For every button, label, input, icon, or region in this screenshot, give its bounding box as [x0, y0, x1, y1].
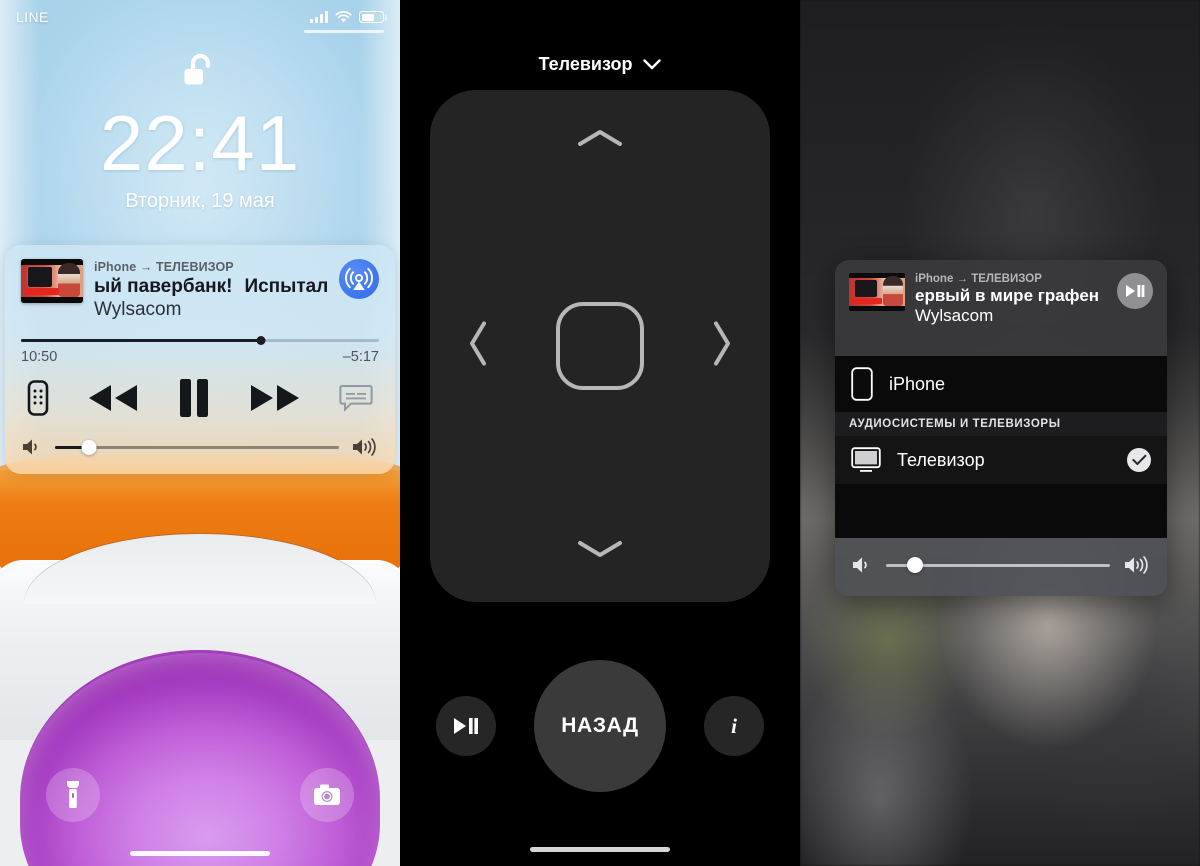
chevron-down-icon [643, 59, 662, 70]
airplay-audio-icon[interactable] [339, 259, 379, 299]
chevron-up-icon [578, 130, 622, 146]
selected-checkmark-icon [1127, 448, 1151, 472]
playback-progress-slider[interactable] [21, 336, 379, 345]
volume-high-icon [1125, 556, 1148, 574]
album-art-thumbnail [21, 259, 83, 303]
remote-info-button[interactable]: i [704, 696, 764, 756]
battery-icon [359, 11, 387, 23]
camera-button[interactable] [300, 768, 354, 822]
chevron-right-icon [714, 321, 730, 366]
remote-touchpad[interactable] [430, 90, 770, 602]
airplay-list-spacer [835, 484, 1167, 538]
volume-knob[interactable] [81, 440, 97, 455]
tv-icon [851, 447, 881, 472]
airplay-device-tv[interactable]: Телевизор [835, 436, 1167, 484]
home-indicator [530, 847, 670, 852]
chevron-down-icon [578, 541, 622, 557]
volume-low-icon [23, 439, 37, 455]
status-bar-right [310, 10, 387, 24]
volume-base [55, 446, 339, 449]
track-title: ервый в мире графен [915, 286, 1100, 305]
airplay-card: iPhone → ТЕЛЕВИЗОР ервый в мире графен W… [835, 260, 1167, 596]
volume-low-icon [853, 557, 867, 573]
airplay-section-header: АУДИОСИСТЕМЫ И ТЕЛЕВИЗОРЫ [835, 412, 1167, 436]
remote-device-selector[interactable]: Телевизор [400, 54, 800, 75]
camera-icon [314, 784, 340, 805]
track-title: ый павербанк! Испытали [94, 276, 328, 298]
volume-slider[interactable] [21, 436, 379, 458]
volume-high-icon [353, 438, 376, 456]
track-artist: Wylsacom [94, 299, 182, 320]
pause-icon[interactable] [177, 378, 211, 418]
flashlight-button[interactable] [46, 768, 100, 822]
wifi-icon [335, 10, 352, 22]
playback-times: 10:50 –5:17 [21, 349, 379, 365]
unlocked-padlock-icon [180, 50, 220, 99]
home-indicator [130, 851, 270, 856]
dpad-left-button[interactable] [468, 321, 488, 372]
panel-airplay-picker: iPhone → ТЕЛЕВИЗОР ервый в мире графен W… [800, 0, 1200, 866]
device-name-label: Телевизор [897, 449, 985, 470]
airplay-playpause-button[interactable] [1117, 273, 1153, 309]
screenshot-root: LINE 22:41 Вторник, 19 мая iPhone → ТЕЛЕ… [0, 0, 1200, 866]
fast-forward-icon[interactable] [249, 381, 301, 415]
carrier-label: LINE [16, 9, 49, 25]
chevron-left-icon [470, 321, 486, 366]
volume-track[interactable] [886, 557, 1110, 573]
rewind-icon[interactable] [87, 381, 139, 415]
flashlight-icon [67, 781, 79, 808]
subtitles-icon[interactable] [339, 384, 373, 412]
playback-controls [21, 378, 379, 418]
album-art-thumbnail [849, 273, 905, 311]
panel-lockscreen: LINE 22:41 Вторник, 19 мая iPhone → ТЕЛЕ… [0, 0, 400, 866]
play-pause-icon [454, 718, 478, 734]
track-title-right: Испытали [244, 276, 328, 297]
dpad-right-button[interactable] [712, 321, 732, 372]
remote-device-name: Телевизор [538, 54, 633, 74]
track-artist: Wylsacom [915, 306, 994, 325]
airplay-device-iphone[interactable]: iPhone [835, 356, 1167, 412]
panel-tv-remote: Телевизор НАЗАД i [400, 0, 800, 866]
iphone-icon [851, 367, 873, 401]
dpad-up-button[interactable] [577, 128, 623, 153]
track-title-left: ый павербанк! [94, 276, 233, 297]
now-playing-header: iPhone → ТЕЛЕВИЗОР ый павербанк! Испытал… [21, 259, 379, 321]
remote-playpause-button[interactable] [436, 696, 496, 756]
dpad-down-button[interactable] [577, 539, 623, 564]
lockscreen-quick-actions [0, 768, 400, 822]
status-bar: LINE [0, 0, 400, 34]
volume-track[interactable] [55, 440, 339, 455]
lockscreen-date: Вторник, 19 мая [125, 190, 275, 212]
volume-knob[interactable] [907, 557, 924, 573]
airplay-now-playing-meta: iPhone → ТЕЛЕВИЗОР ервый в мире графен W… [915, 273, 1107, 326]
progress-fill [21, 339, 261, 342]
device-name-label: iPhone [889, 373, 946, 394]
remote-back-button[interactable]: НАЗАД [534, 660, 666, 792]
signal-strength-icon [310, 11, 328, 23]
status-bar-underline [304, 30, 384, 33]
lockscreen-clock: 22:41 [99, 99, 301, 187]
progress-knob[interactable] [256, 336, 266, 345]
airplay-route-label: iPhone → ТЕЛЕВИЗОР [94, 260, 234, 274]
info-icon: i [731, 713, 737, 738]
airplay-now-playing[interactable]: iPhone → ТЕЛЕВИЗОР ервый в мире графен W… [835, 260, 1167, 356]
elapsed-time: 10:50 [21, 349, 58, 365]
now-playing-meta: iPhone → ТЕЛЕВИЗОР ый павербанк! Испытал… [94, 259, 328, 321]
remote-bottom-buttons: НАЗАД i [400, 660, 800, 792]
airplay-volume-slider[interactable] [835, 538, 1167, 596]
play-pause-icon [1126, 285, 1145, 297]
tv-remote-icon[interactable] [27, 380, 49, 416]
now-playing-widget[interactable]: iPhone → ТЕЛЕВИЗОР ый павербанк! Испытал… [5, 245, 395, 474]
airplay-route-label: iPhone → ТЕЛЕВИЗОР [915, 273, 1042, 285]
dpad-select-button[interactable] [556, 302, 644, 390]
remaining-time: –5:17 [342, 349, 379, 365]
